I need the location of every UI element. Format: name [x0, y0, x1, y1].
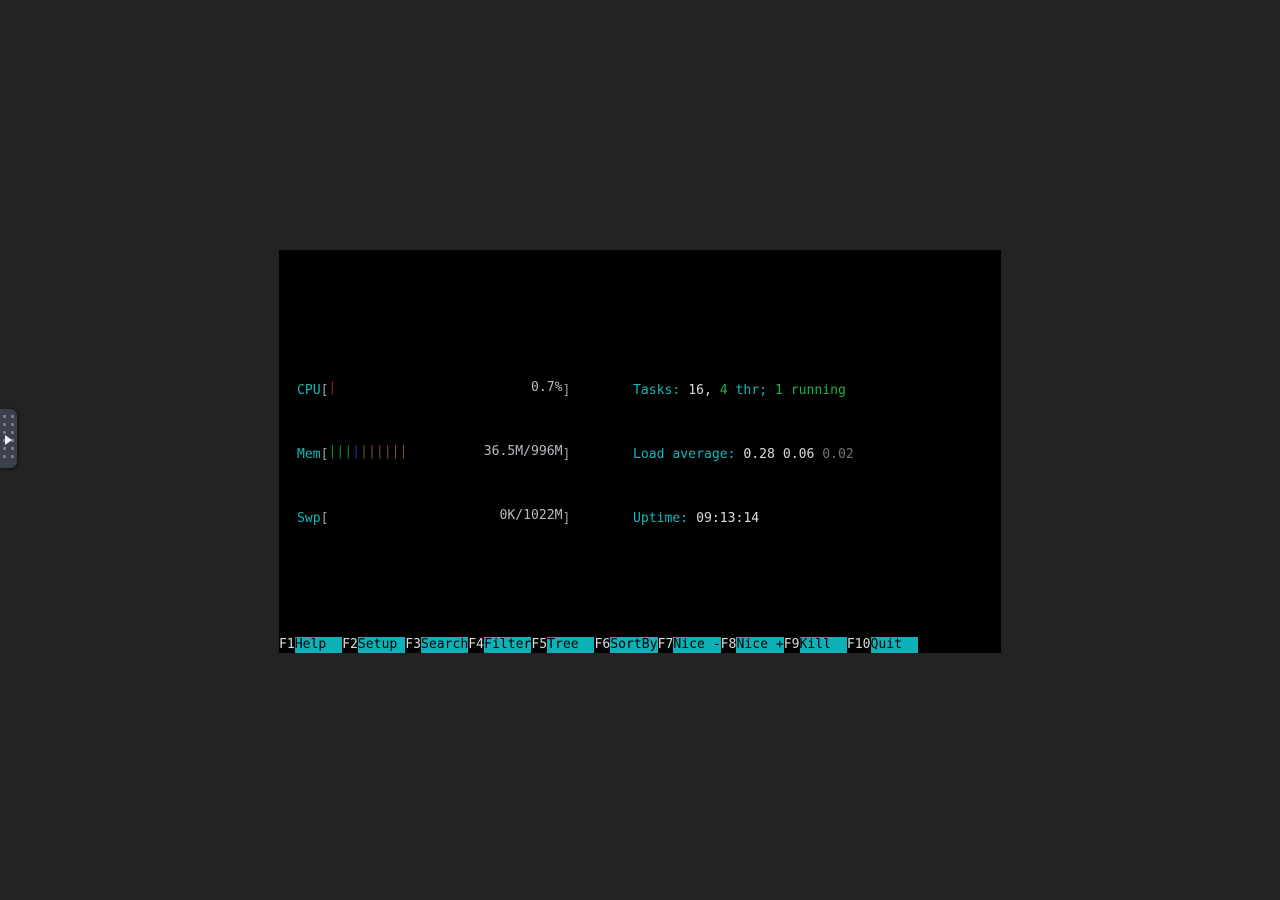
- sidebar-expand-handle[interactable]: [0, 409, 17, 468]
- cpu-meter-gauge: | 0.7%: [328, 380, 563, 395]
- swap-meter-gauge: 0K/1022M: [329, 508, 563, 524]
- cpu-meter-label: CPU: [297, 383, 321, 398]
- fkey-number-f2[interactable]: F2: [342, 637, 358, 653]
- fkey-number-f5[interactable]: F5: [531, 637, 548, 653]
- fkey-label-f6[interactable]: SortBy: [610, 637, 658, 653]
- fkey-number-f4[interactable]: F4: [468, 637, 485, 653]
- fkey-label-f1[interactable]: Help: [294, 637, 343, 653]
- uptime-summary: Uptime: 09:13:14: [633, 511, 759, 527]
- swap-bracket-close: ]: [562, 511, 571, 526]
- load-average-summary: Load average: 0.28 0.06 0.02: [633, 447, 854, 463]
- fkey-label-f8[interactable]: Nice +: [736, 637, 784, 653]
- tasks-thread-label: thr;: [735, 383, 768, 398]
- mem-bracket-close: ]: [562, 447, 571, 462]
- mem-meter: Mem[|||||||||| 36.5M/996M]: [297, 444, 633, 463]
- tasks-total: 16: [688, 383, 704, 398]
- swap-meter-value: 0K/1022M: [499, 508, 563, 523]
- cpu-meter-bars: |: [328, 380, 337, 395]
- cpu-bracket-close: ]: [562, 383, 571, 398]
- fkey-label-f10[interactable]: Quit: [870, 637, 918, 653]
- fkey-number-f8[interactable]: F8: [720, 637, 737, 653]
- fkey-number-f10[interactable]: F10: [846, 637, 871, 653]
- load-average-15min: 0.02: [822, 447, 854, 462]
- htop-terminal-window[interactable]: CPU[| 0.7%] Tasks: 16, 4 thr; 1 running …: [279, 250, 1001, 653]
- fkey-label-f2[interactable]: Setup: [357, 637, 406, 653]
- tasks-summary: Tasks: 16, 4 thr; 1 running: [633, 383, 846, 399]
- fkey-number-f7[interactable]: F7: [657, 637, 674, 653]
- mem-meter-gauge: |||||||||| 36.5M/996M: [328, 444, 563, 459]
- tasks-running: 1 running: [774, 383, 846, 398]
- fkey-number-f1[interactable]: F1: [279, 637, 295, 653]
- uptime-value: 09:13:14: [696, 511, 760, 526]
- fkey-label-f9[interactable]: Kill: [799, 637, 847, 653]
- mem-meter-bars: ||||||||||: [328, 444, 408, 459]
- tasks-comma: ,: [703, 383, 712, 398]
- tasks-label: Tasks:: [633, 383, 681, 398]
- load-average-1min: 0.28: [743, 447, 775, 462]
- fkey-number-f3[interactable]: F3: [405, 637, 421, 653]
- swap-meter-bars: [329, 508, 487, 524]
- header-spacer: [279, 572, 1001, 588]
- function-key-bar[interactable]: F1 Help F2 Setup F3 Search F4 Filter F5 Tree F6…: [279, 637, 1001, 653]
- mem-bracket-open: [: [320, 447, 329, 462]
- tasks-thread-count: 4: [719, 383, 728, 398]
- htop-header: CPU[| 0.7%] Tasks: 16, 4 thr; 1 running …: [279, 314, 1001, 620]
- load-average-label: Load average:: [633, 447, 736, 462]
- load-average-5min: 0.06: [782, 447, 815, 462]
- swap-meter: Swp[ 0K/1022M]: [297, 508, 633, 527]
- swap-bracket-open: [: [320, 511, 329, 526]
- fkey-label-f7[interactable]: Nice -: [673, 637, 721, 653]
- cpu-meter-value: 0.7%: [531, 380, 563, 395]
- cpu-meter-row: CPU[| 0.7%] Tasks: 16, 4 thr; 1 running: [279, 380, 1001, 399]
- mem-meter-row: Mem[|||||||||| 36.5M/996M] Load average:…: [279, 444, 1001, 463]
- cpu-bracket-open: [: [320, 383, 329, 398]
- fkey-number-f9[interactable]: F9: [783, 637, 800, 653]
- fkey-label-f5[interactable]: Tree: [547, 637, 595, 653]
- fkey-label-f3[interactable]: Search: [420, 637, 469, 653]
- swap-meter-label: Swp: [297, 511, 321, 526]
- chevron-right-icon: [5, 435, 12, 445]
- swap-meter-row: Swp[ 0K/1022M] Uptime: 09:13:14: [279, 508, 1001, 527]
- fkey-number-f6[interactable]: F6: [594, 637, 611, 653]
- fkey-label-f4[interactable]: Filter: [484, 637, 532, 653]
- uptime-label: Uptime:: [633, 511, 689, 526]
- cpu-meter: CPU[| 0.7%]: [297, 380, 633, 399]
- mem-meter-label: Mem: [297, 447, 321, 462]
- mem-meter-value: 36.5M/996M: [483, 444, 563, 459]
